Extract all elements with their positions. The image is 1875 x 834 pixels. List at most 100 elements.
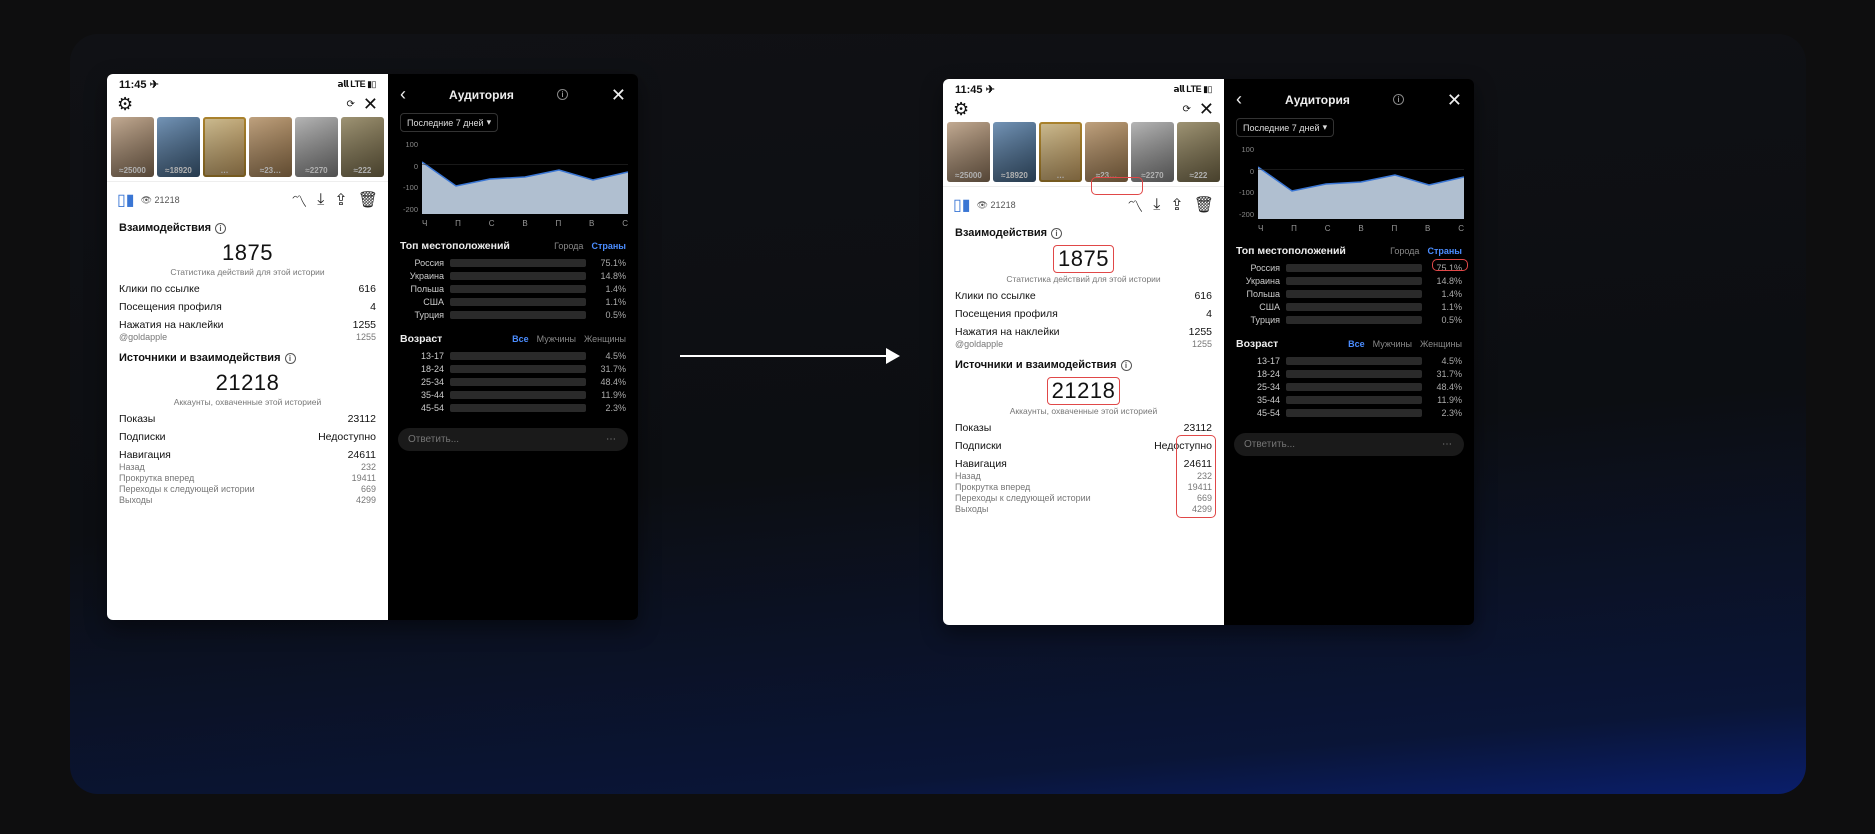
- bar-row: 13-174.5%: [400, 351, 626, 361]
- bar-row: Турция0.5%: [400, 310, 626, 320]
- age-tabs[interactable]: ВсеМужчиныЖенщины: [512, 334, 626, 344]
- trash-icon[interactable]: 🗑: [358, 190, 378, 210]
- age-section: Возраст ВсеМужчиныЖенщины 13-174.5% 18-24…: [388, 325, 638, 418]
- views-count: 👁 21218: [141, 195, 180, 206]
- bar-row: 13-174.5%: [1236, 356, 1462, 366]
- share-icon[interactable]: ⇪: [334, 190, 347, 210]
- gear-icon[interactable]: ⚙: [953, 100, 969, 118]
- clock: 11:45 ✈: [119, 78, 159, 91]
- reach-section: Источники и взаимодействия i 21218 Аккау…: [107, 346, 388, 509]
- reach-title: Источники и взаимодействия: [119, 352, 281, 364]
- trend-icon[interactable]: 〽: [1127, 193, 1143, 217]
- insights-icon[interactable]: ▯▮: [117, 190, 135, 210]
- reach-total: 21218: [119, 370, 376, 396]
- metric-row: Посещения профиля4: [119, 295, 376, 313]
- info-icon[interactable]: i: [557, 89, 568, 100]
- stage: 11:45 ✈ 𝗮𝗹𝗹 LTE ▮▯ ⚙ ⟳ ✕ ≈25000 ≈18920 ……: [70, 34, 1806, 794]
- metric-row: Клики по ссылке616: [119, 277, 376, 295]
- story-thumb[interactable]: ≈222: [341, 117, 384, 177]
- bar-row: 45-542.3%: [400, 403, 626, 413]
- metric-row: ПодпискиНедоступно: [119, 425, 376, 443]
- insights-toolbar: ▯▮ 👁 21218 〽 ⤓ ⇪ 🗑: [107, 181, 388, 216]
- highlight-value: 21218: [1047, 377, 1121, 405]
- more-icon[interactable]: ⋯: [1442, 439, 1454, 450]
- bar-row: Украина14.8%: [400, 271, 626, 281]
- info-icon[interactable]: i: [285, 353, 296, 364]
- audience-panel: ‹Аудиторияi✕ Последние 7 дней ▾ 1000-100…: [1224, 79, 1474, 625]
- trend-icon[interactable]: 〽: [291, 188, 307, 212]
- reply-input[interactable]: [1244, 439, 1434, 450]
- reply-bar[interactable]: ⋯: [398, 428, 628, 451]
- bar-row: Польша1.4%: [1236, 289, 1462, 299]
- interactions-total: 1875: [119, 240, 376, 266]
- bar-row: Россия75.1%: [400, 258, 626, 268]
- interactions-section: Взаимодействия i 1875 Статистика действи…: [107, 216, 388, 346]
- story-thumb[interactable]: ≈2270: [295, 117, 338, 177]
- audience-panel: ‹ Аудитория i ✕ Последние 7 дней ▾ 100 0…: [388, 74, 638, 620]
- locations-bars: Россия75.1%Украина14.8%Польша1.4%США1.1%…: [400, 258, 626, 320]
- bar-row: 35-4411.9%: [400, 390, 626, 400]
- reply-input[interactable]: [408, 434, 598, 445]
- date-range-picker[interactable]: Последние 7 дней ▾: [1236, 118, 1334, 137]
- save-icon[interactable]: ⤓: [317, 191, 324, 209]
- bar-row: 35-4411.9%: [1236, 395, 1462, 405]
- date-range-picker[interactable]: Последние 7 дней ▾: [400, 113, 498, 132]
- insights-panel: 11:45 ✈ 𝗮𝗹𝗹 LTE ▮▯ ⚙ ⟳ ✕ ≈25000 ≈18920 ……: [107, 74, 388, 620]
- stories-carousel[interactable]: ≈25000 ≈18920 … ≈23… ≈2270 ≈222: [107, 117, 388, 181]
- audience-title: Аудитория: [449, 88, 514, 102]
- bar-row: Польша1.4%: [400, 284, 626, 294]
- close-icon[interactable]: ✕: [1199, 100, 1214, 118]
- gear-icon[interactable]: ⚙: [117, 95, 133, 113]
- locations-section: Топ местоположений ГородаСтраны Россия75…: [388, 232, 638, 325]
- back-icon[interactable]: ‹: [400, 84, 406, 105]
- bar-row: 25-3448.4%: [1236, 382, 1462, 392]
- age-title: Возраст: [400, 333, 442, 345]
- bar-row: 45-542.3%: [1236, 408, 1462, 418]
- story-thumb[interactable]: ≈23…: [249, 117, 292, 177]
- close-icon[interactable]: ✕: [611, 86, 626, 104]
- card-before: 11:45 ✈ 𝗮𝗹𝗹 LTE ▮▯ ⚙ ⟳ ✕ ≈25000 ≈18920 ……: [107, 74, 638, 620]
- highlight-value: 1875: [1053, 245, 1114, 273]
- card-after: 11:45 ✈𝗮𝗹𝗹 LTE ▮▯ ⚙ ⟳✕ ≈25000 ≈18920 … ≈…: [943, 79, 1474, 625]
- download-circle-icon[interactable]: ⟳: [1183, 104, 1191, 115]
- bar-row: 25-3448.4%: [400, 377, 626, 387]
- bar-row: 18-2431.7%: [1236, 369, 1462, 379]
- info-icon[interactable]: i: [215, 223, 226, 234]
- close-icon[interactable]: ✕: [1447, 91, 1462, 109]
- bar-row: Турция0.5%: [1236, 315, 1462, 325]
- audience-header: ‹ Аудитория i ✕: [388, 74, 638, 111]
- reach-sub: Аккаунты, охваченные этой историей: [119, 397, 376, 407]
- close-icon[interactable]: ✕: [363, 95, 378, 113]
- save-icon[interactable]: ⤓: [1153, 196, 1160, 214]
- bar-row: 18-2431.7%: [400, 364, 626, 374]
- share-icon[interactable]: ⇪: [1170, 195, 1183, 215]
- metric-row: Показы23112: [119, 407, 376, 425]
- audience-chart: 100 0 -100 -200 ЧПСВПВС: [398, 140, 628, 228]
- nav-subrow: Переходы к следующей истории669: [119, 483, 376, 494]
- back-icon[interactable]: ‹: [1236, 89, 1242, 110]
- nav-subrow: Назад232: [119, 461, 376, 472]
- interactions-title: Взаимодействия: [119, 222, 211, 234]
- bar-row: США1.1%: [1236, 302, 1462, 312]
- status-bar: 11:45 ✈ 𝗮𝗹𝗹 LTE ▮▯: [107, 74, 388, 93]
- insights-panel: 11:45 ✈𝗮𝗹𝗹 LTE ▮▯ ⚙ ⟳✕ ≈25000 ≈18920 … ≈…: [943, 79, 1224, 625]
- download-circle-icon[interactable]: ⟳: [347, 99, 355, 110]
- arrow-icon: [680, 342, 900, 370]
- story-thumb-selected[interactable]: …: [203, 117, 246, 177]
- insights-topbar: ⚙ ⟳ ✕: [107, 93, 388, 117]
- trash-icon[interactable]: 🗑: [1194, 195, 1214, 215]
- story-thumb[interactable]: ≈25000: [111, 117, 154, 177]
- age-bars: 13-174.5% 18-2431.7% 25-3448.4% 35-4411.9% 4…: [400, 351, 626, 413]
- network-status: 𝗮𝗹𝗹 LTE ▮▯: [338, 79, 376, 90]
- stories-carousel[interactable]: ≈25000 ≈18920 … ≈23… ≈2270 ≈222: [943, 122, 1224, 186]
- nav-subrow: Прокрутка вперед19411: [119, 472, 376, 483]
- locations-tabs[interactable]: ГородаСтраны: [554, 241, 626, 251]
- bar-row: Украина14.8%: [1236, 276, 1462, 286]
- nav-subrow: Выходы4299: [119, 494, 376, 505]
- story-thumb[interactable]: ≈18920: [157, 117, 200, 177]
- more-icon[interactable]: ⋯: [606, 434, 618, 445]
- insights-icon[interactable]: ▯▮: [953, 195, 971, 215]
- metric-row: Навигация24611: [119, 443, 376, 461]
- reply-bar[interactable]: ⋯: [1234, 433, 1464, 456]
- metric-row: Нажатия на наклейки1255: [119, 313, 376, 331]
